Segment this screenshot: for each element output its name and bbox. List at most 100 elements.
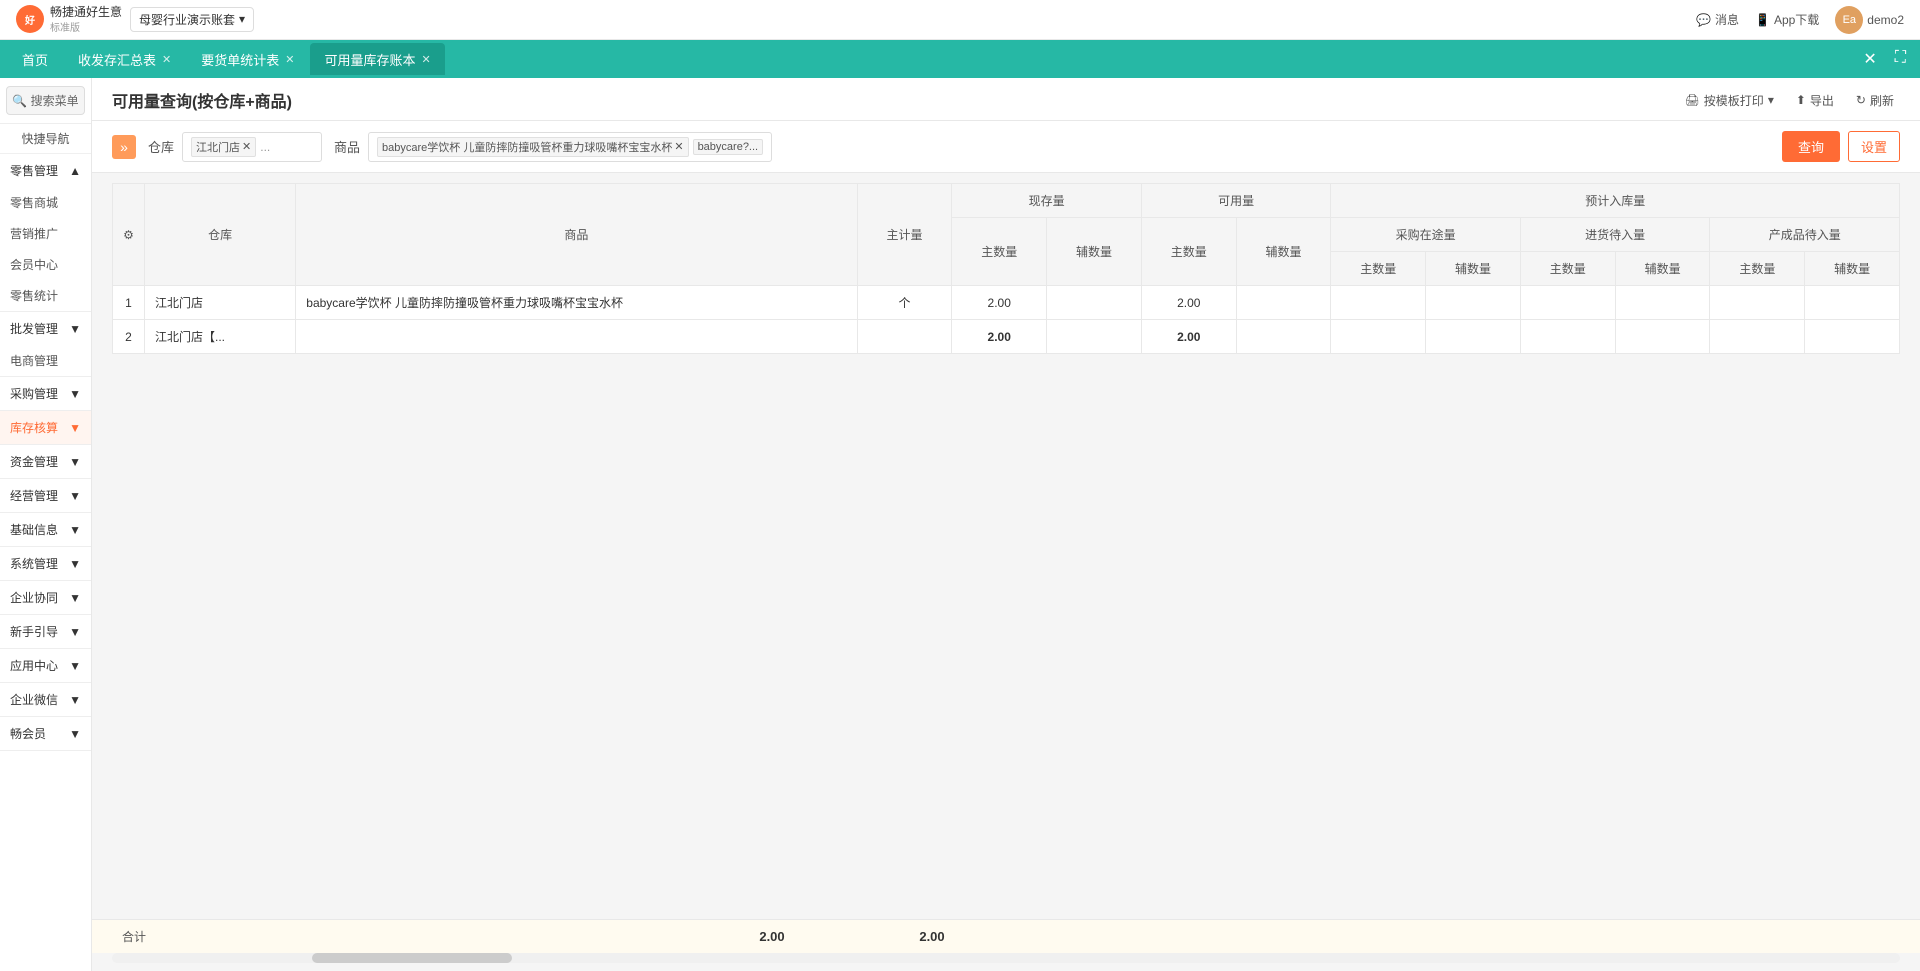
sidebar-section-enterprise: 企业协同 ▼ bbox=[0, 581, 91, 615]
export-icon: ⬆ bbox=[1796, 93, 1806, 107]
sidebar-search-area: 🔍 搜索菜单 bbox=[0, 78, 91, 124]
sidebar-operation-header[interactable]: 经营管理 ▼ bbox=[0, 479, 91, 512]
data-table: ⚙ 仓库 商品 主计量 现存量 可用量 预计入库量 主数量 辅数量 主数量 辅数… bbox=[112, 183, 1900, 354]
sidebar-section-purchase: 采购管理 ▼ bbox=[0, 377, 91, 411]
logo-icon: 好 bbox=[16, 5, 44, 33]
sidebar-inventory-header[interactable]: 库存核算 ▼ bbox=[0, 411, 91, 444]
sidebar-section-retail: 零售管理 ▲ 零售商城 营销推广 会员中心 零售统计 bbox=[0, 154, 91, 312]
sidebar-item-retail-stats[interactable]: 零售统计 bbox=[0, 280, 91, 311]
chevron-down-icon8: ▼ bbox=[69, 591, 81, 605]
horizontal-scrollbar[interactable] bbox=[112, 953, 1900, 963]
top-bar-left: 好 畅捷通好生意 标准版 母婴行业演示账套 ▾ bbox=[16, 5, 254, 34]
refresh-icon: ↻ bbox=[1856, 93, 1866, 107]
row2-incorder-main bbox=[1520, 320, 1615, 354]
chevron-down-icon5: ▼ bbox=[69, 489, 81, 503]
print-btn[interactable]: 🖨 按模板打印 ▾ bbox=[1679, 89, 1780, 112]
tab-expand-btn[interactable]: ⛶ bbox=[1889, 47, 1912, 71]
row2-stock-main: 2.00 bbox=[952, 320, 1047, 354]
row2-production-aux bbox=[1805, 320, 1900, 354]
filter-warehouse-tag: 江北门店 ✕ bbox=[191, 137, 256, 157]
filter-product-input[interactable]: babycare学饮杯 儿童防摔防撞吸管杯重力球吸嘴杯宝宝水杯 ✕ babyca… bbox=[368, 132, 772, 162]
settings-btn[interactable]: 设置 bbox=[1848, 131, 1900, 162]
tab-order-stats[interactable]: 要货单统计表 ✕ bbox=[187, 43, 308, 75]
tab-available-stock-close[interactable]: ✕ bbox=[422, 53, 431, 66]
row1-product: babycare学饮杯 儿童防摔防撞吸管杯重力球吸嘴杯宝宝水杯 bbox=[296, 286, 857, 320]
sidebar-item-members[interactable]: 会员中心 bbox=[0, 249, 91, 280]
table-warehouse-header: 仓库 bbox=[145, 184, 296, 286]
refresh-btn[interactable]: ↻ 刷新 bbox=[1850, 89, 1900, 112]
sidebar-purchase-header[interactable]: 采购管理 ▼ bbox=[0, 377, 91, 410]
table-production-main: 主数量 bbox=[1710, 252, 1805, 286]
sidebar-system-header[interactable]: 系统管理 ▼ bbox=[0, 547, 91, 580]
row1-warehouse: 江北门店 bbox=[145, 286, 296, 320]
tab-home[interactable]: 首页 bbox=[8, 43, 62, 75]
table-settings-header[interactable]: ⚙ bbox=[113, 184, 145, 286]
row2-avail-aux bbox=[1236, 320, 1331, 354]
filter-warehouse-dots[interactable]: ... bbox=[260, 140, 270, 154]
quick-nav-btn[interactable]: 快捷导航 bbox=[0, 124, 91, 154]
tab-available-stock[interactable]: 可用量库存账本 ✕ bbox=[310, 43, 444, 75]
query-btn[interactable]: 查询 bbox=[1782, 131, 1840, 162]
row2-avail-main: 2.00 bbox=[1141, 320, 1236, 354]
chevron-down-icon7: ▼ bbox=[69, 557, 81, 571]
tag-close-icon[interactable]: ✕ bbox=[242, 140, 251, 153]
row1-stock-aux bbox=[1047, 286, 1142, 320]
chevron-down-icon: ▼ bbox=[69, 322, 81, 336]
filter-product-tag: babycare学饮杯 儿童防摔防撞吸管杯重力球吸嘴杯宝宝水杯 ✕ bbox=[377, 137, 689, 157]
search-menu-btn[interactable]: 🔍 搜索菜单 bbox=[6, 86, 85, 115]
sidebar-section-basic: 基础信息 ▼ bbox=[0, 513, 91, 547]
table-purchase-aux: 辅数量 bbox=[1426, 252, 1521, 286]
sidebar-item-ecommerce[interactable]: 电商管理 bbox=[0, 345, 91, 376]
tab-close-all-btn[interactable]: ✕ bbox=[1857, 47, 1882, 71]
chevron-down-icon9: ▼ bbox=[69, 625, 81, 639]
filter-bar: » 仓库 江北门店 ✕ ... 商品 babycare学饮杯 儿童防摔防撞吸管杯… bbox=[92, 121, 1920, 173]
table-purchase-main: 主数量 bbox=[1331, 252, 1426, 286]
table-unit-header: 主计量 bbox=[857, 184, 952, 286]
product-tag-close-icon[interactable]: ✕ bbox=[674, 140, 683, 153]
sidebar-member-header[interactable]: 畅会员 ▼ bbox=[0, 717, 91, 750]
tab-receive[interactable]: 收发存汇总表 ✕ bbox=[64, 43, 185, 75]
table-container: ⚙ 仓库 商品 主计量 现存量 可用量 预计入库量 主数量 辅数量 主数量 辅数… bbox=[92, 173, 1920, 919]
table-purchase-header: 采购在途量 bbox=[1331, 218, 1521, 252]
sidebar-finance-header[interactable]: 资金管理 ▼ bbox=[0, 445, 91, 478]
sidebar-section-operation: 经营管理 ▼ bbox=[0, 479, 91, 513]
row2-incorder-aux bbox=[1615, 320, 1710, 354]
message-icon: 💬 bbox=[1696, 13, 1711, 27]
logo-area: 好 畅捷通好生意 标准版 bbox=[16, 5, 122, 34]
sidebar-guide-header[interactable]: 新手引导 ▼ bbox=[0, 615, 91, 648]
messages-btn[interactable]: 💬 消息 bbox=[1696, 11, 1739, 28]
user-area[interactable]: Ea demo2 bbox=[1835, 6, 1904, 34]
row2-production-main bbox=[1710, 320, 1805, 354]
print-chevron-icon: ▾ bbox=[1768, 93, 1774, 107]
print-icon: 🖨 bbox=[1685, 93, 1700, 107]
sidebar-retail-header[interactable]: 零售管理 ▲ bbox=[0, 154, 91, 187]
scrollbar-thumb[interactable] bbox=[312, 953, 512, 963]
sidebar-weixin-header[interactable]: 企业微信 ▼ bbox=[0, 683, 91, 716]
tab-receive-close[interactable]: ✕ bbox=[162, 53, 171, 66]
sidebar-section-inventory: 库存核算 ▼ bbox=[0, 411, 91, 445]
table-stock-main-header: 主数量 bbox=[952, 218, 1047, 286]
chevron-down-icon4: ▼ bbox=[69, 455, 81, 469]
footer-label: 合计 bbox=[112, 928, 272, 945]
sidebar-wholesale-header[interactable]: 批发管理 ▼ bbox=[0, 312, 91, 345]
sidebar-item-marketing[interactable]: 营销推广 bbox=[0, 218, 91, 249]
tab-receive-label: 收发存汇总表 bbox=[78, 50, 156, 69]
filter-warehouse-input[interactable]: 江北门店 ✕ ... bbox=[182, 132, 322, 162]
tab-order-stats-close[interactable]: ✕ bbox=[285, 53, 294, 66]
filter-expand-btn[interactable]: » bbox=[112, 135, 136, 159]
table-incorder-aux: 辅数量 bbox=[1615, 252, 1710, 286]
row1-production-main bbox=[1710, 286, 1805, 320]
sidebar-enterprise-header[interactable]: 企业协同 ▼ bbox=[0, 581, 91, 614]
sidebar-appcenter-header[interactable]: 应用中心 ▼ bbox=[0, 649, 91, 682]
app-download-btn[interactable]: 📱 App下载 bbox=[1755, 11, 1819, 28]
top-bar-right: 💬 消息 📱 App下载 Ea demo2 bbox=[1696, 6, 1904, 34]
row2-purchase-aux bbox=[1426, 320, 1521, 354]
chevron-down-icon10: ▼ bbox=[69, 659, 81, 673]
export-btn[interactable]: ⬆ 导出 bbox=[1790, 89, 1840, 112]
org-selector[interactable]: 母婴行业演示账套 ▾ bbox=[130, 7, 254, 32]
sidebar-basic-header[interactable]: 基础信息 ▼ bbox=[0, 513, 91, 546]
main-layout: 🔍 搜索菜单 快捷导航 零售管理 ▲ 零售商城 营销推广 会员中心 零售统计 批… bbox=[0, 78, 1920, 971]
chevron-up-icon: ▲ bbox=[69, 164, 81, 178]
row1-purchase-aux bbox=[1426, 286, 1521, 320]
sidebar-item-mall[interactable]: 零售商城 bbox=[0, 187, 91, 218]
